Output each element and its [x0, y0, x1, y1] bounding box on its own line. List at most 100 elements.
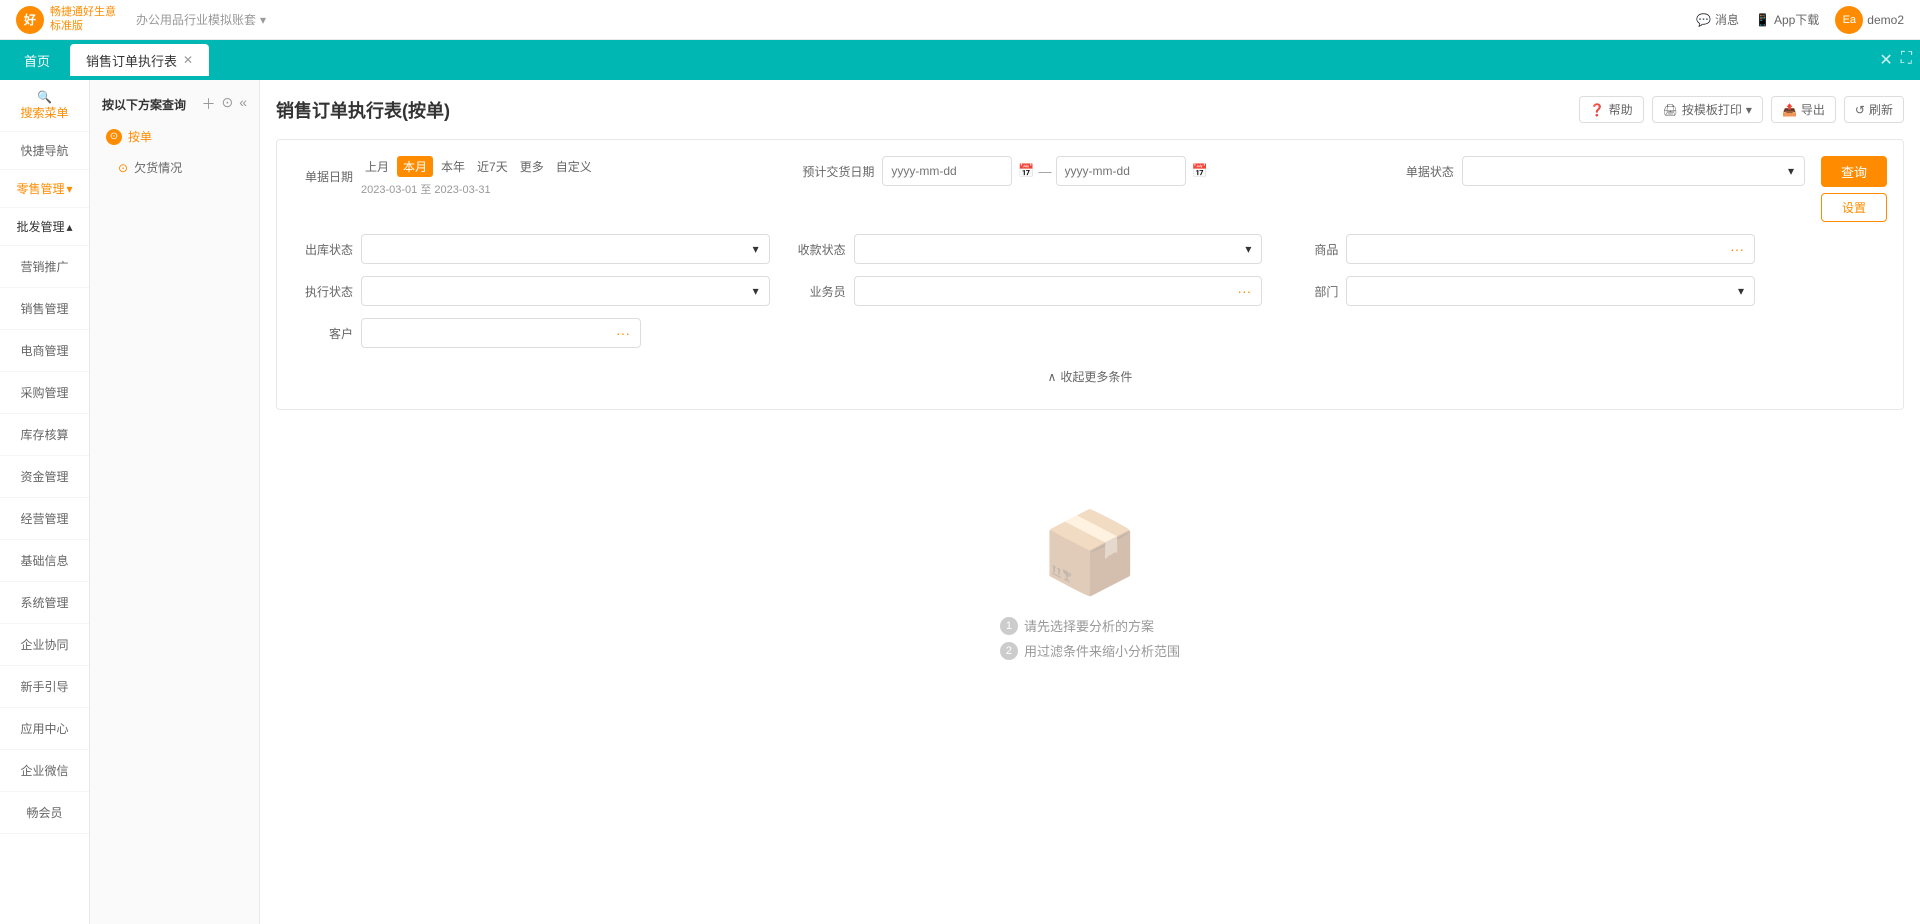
sidebar-item-inventory[interactable]: 库存核算: [0, 414, 89, 456]
sub-icon: ⊙: [118, 161, 128, 175]
sidebar-item-system[interactable]: 系统管理: [0, 582, 89, 624]
sidebar-item-basic-info[interactable]: 基础信息: [0, 540, 89, 582]
chevron-down-icon: ▾: [753, 284, 759, 298]
print-button[interactable]: 🖨 按模板打印 ▾: [1652, 96, 1763, 123]
sidebar-item-new-guide[interactable]: 新手引导: [0, 666, 89, 708]
sidebar-item-app-center[interactable]: 应用中心: [0, 708, 89, 750]
sidebar-item-ecommerce[interactable]: 电商管理: [0, 330, 89, 372]
salesman-label: 业务员: [786, 283, 846, 300]
scheme-sub-item-backorder[interactable]: ⊙ 欠货情况: [90, 153, 259, 182]
predict-date-end[interactable]: [1056, 156, 1186, 186]
sidebar-item-finance[interactable]: 资金管理: [0, 456, 89, 498]
predict-date-start[interactable]: [882, 156, 1012, 186]
empty-tips: 1 请先选择要分析的方案 2 用过滤条件来缩小分析范围: [1000, 616, 1180, 666]
user-menu[interactable]: Ea demo2: [1835, 6, 1904, 34]
logo-area: 好 畅捷通好生意 标准版: [16, 6, 116, 34]
tab-sales-order[interactable]: 销售订单执行表 ✕: [70, 44, 209, 76]
chevron-up-icon: ▴: [66, 220, 72, 234]
sidebar-item-purchase[interactable]: 采购管理: [0, 372, 89, 414]
left-panel-actions: ＋ ⊙ «: [201, 94, 247, 114]
goods-select[interactable]: ···: [1346, 234, 1755, 264]
chevron-down-icon[interactable]: ▾: [260, 13, 266, 27]
chevron-down-icon: ▾: [1788, 164, 1794, 178]
predict-date-label: 预计交货日期: [802, 163, 874, 180]
date-tab-this-year[interactable]: 本年: [437, 156, 469, 177]
department-label: 部门: [1278, 283, 1338, 300]
main-layout: 🔍 搜索菜单 快捷导航 零售管理 ▾ 批发管理 ▴ 营销推广 销售管理 电商管理…: [0, 80, 1920, 924]
tip-num-1: 1: [1000, 617, 1018, 635]
empty-state: 📦 1 请先选择要分析的方案 2 用过滤条件来缩小分析范围: [276, 426, 1904, 746]
ellipsis-icon-customer[interactable]: ···: [616, 325, 630, 341]
tab-close-icon[interactable]: ✕: [183, 53, 193, 67]
breadcrumb: 办公用品行业模拟账套 ▾: [136, 11, 266, 28]
add-scheme-button[interactable]: ＋: [201, 94, 215, 114]
calendar-icon-start[interactable]: 📅: [1018, 163, 1034, 179]
collapse-row: ∧ 收起更多条件: [293, 360, 1887, 393]
out-status-select[interactable]: ▾: [361, 234, 770, 264]
sidebar-search[interactable]: 🔍 搜索菜单: [0, 80, 89, 132]
avatar: Ea: [1835, 6, 1863, 34]
ellipsis-icon-salesman[interactable]: ···: [1237, 283, 1251, 299]
ellipsis-icon[interactable]: ···: [1730, 241, 1744, 257]
sidebar-item-enterprise-collab[interactable]: 企业协同: [0, 624, 89, 666]
receive-status-label: 收款状态: [786, 241, 846, 258]
tab-home[interactable]: 首页: [8, 45, 66, 76]
collapse-panel-button[interactable]: «: [239, 94, 247, 114]
date-tab-custom[interactable]: 自定义: [552, 156, 596, 177]
help-icon: ❓: [1590, 103, 1605, 117]
sidebar: 🔍 搜索菜单 快捷导航 零售管理 ▾ 批发管理 ▴ 营销推广 销售管理 电商管理…: [0, 80, 90, 924]
single-date-label: 单据日期: [293, 168, 353, 185]
sidebar-item-marketing[interactable]: 营销推广: [0, 246, 89, 288]
settings-button[interactable]: 设置: [1821, 193, 1887, 222]
logo-icon: 好: [16, 6, 44, 34]
sidebar-item-sales[interactable]: 销售管理: [0, 288, 89, 330]
export-button[interactable]: 📤 导出: [1771, 96, 1836, 123]
sidebar-item-wholesale[interactable]: 批发管理 ▴: [0, 208, 89, 246]
sidebar-item-enterprise-wechat[interactable]: 企业微信: [0, 750, 89, 792]
left-panel-header: 按以下方案查询 ＋ ⊙ «: [90, 88, 259, 120]
scheme-icon: ⊙: [106, 129, 122, 145]
sidebar-item-operations[interactable]: 经营管理: [0, 498, 89, 540]
app-icon: 📱: [1755, 13, 1770, 27]
page-header: 销售订单执行表(按单) ❓ 帮助 🖨 按模板打印 ▾ 📤: [276, 96, 1904, 123]
single-status-select[interactable]: ▾: [1462, 156, 1805, 186]
top-bar: 好 畅捷通好生意 标准版 办公用品行业模拟账套 ▾ 💬 消息 📱 App下载 E…: [0, 0, 1920, 40]
fullscreen-icon[interactable]: ⛶: [1901, 50, 1912, 70]
chevron-down-icon: ▾: [66, 182, 72, 196]
date-separator: —: [1039, 164, 1052, 179]
department-select[interactable]: ▾: [1346, 276, 1755, 306]
sidebar-item-member[interactable]: 畅会员: [0, 792, 89, 834]
date-tab-7days[interactable]: 近7天: [473, 156, 512, 177]
salesman-select[interactable]: ···: [854, 276, 1263, 306]
execute-status-select[interactable]: ▾: [361, 276, 770, 306]
app-download-button[interactable]: 📱 App下载: [1755, 11, 1819, 28]
sidebar-item-quick-nav[interactable]: 快捷导航: [0, 132, 89, 170]
collapse-button[interactable]: ∧ 收起更多条件: [1048, 368, 1133, 385]
calendar-icon-end[interactable]: 📅: [1192, 163, 1208, 179]
close-window-icon[interactable]: ✕: [1879, 50, 1892, 70]
page-content: 销售订单执行表(按单) ❓ 帮助 🖨 按模板打印 ▾ 📤: [260, 80, 1920, 762]
content-right: 销售订单执行表(按单) ❓ 帮助 🖨 按模板打印 ▾ 📤: [260, 80, 1920, 924]
scheme-item-by-order[interactable]: ⊙ 按单: [90, 120, 259, 153]
empty-illustration: 📦: [1040, 506, 1140, 600]
left-panel: 按以下方案查询 ＋ ⊙ « ⊙ 按单 ⊙ 欠货情况: [90, 80, 260, 924]
date-tab-last-month[interactable]: 上月: [361, 156, 393, 177]
tab-bar: 首页 销售订单执行表 ✕ ✕ ⛶: [0, 40, 1920, 80]
page-actions: ❓ 帮助 🖨 按模板打印 ▾ 📤 导出 ↺: [1579, 96, 1904, 123]
logo-text: 畅捷通好生意 标准版: [50, 6, 116, 32]
receive-status-select[interactable]: ▾: [854, 234, 1263, 264]
query-button[interactable]: 查询: [1821, 156, 1887, 187]
edit-scheme-button[interactable]: ⊙: [221, 94, 233, 114]
sidebar-item-retail[interactable]: 零售管理 ▾: [0, 170, 89, 208]
message-button[interactable]: 💬 消息: [1696, 11, 1739, 28]
top-bar-right: 💬 消息 📱 App下载 Ea demo2: [1696, 6, 1904, 34]
customer-select[interactable]: ···: [361, 318, 641, 348]
date-tab-this-month[interactable]: 本月: [397, 156, 433, 177]
customer-label: 客户: [293, 325, 353, 342]
refresh-icon: ↺: [1855, 103, 1865, 117]
help-button[interactable]: ❓ 帮助: [1579, 96, 1644, 123]
date-tab-more[interactable]: 更多: [516, 156, 548, 177]
goods-label: 商品: [1278, 241, 1338, 258]
date-tabs: 上月 本月 本年 近7天 更多 自定义: [361, 156, 786, 177]
refresh-button[interactable]: ↺ 刷新: [1844, 96, 1904, 123]
